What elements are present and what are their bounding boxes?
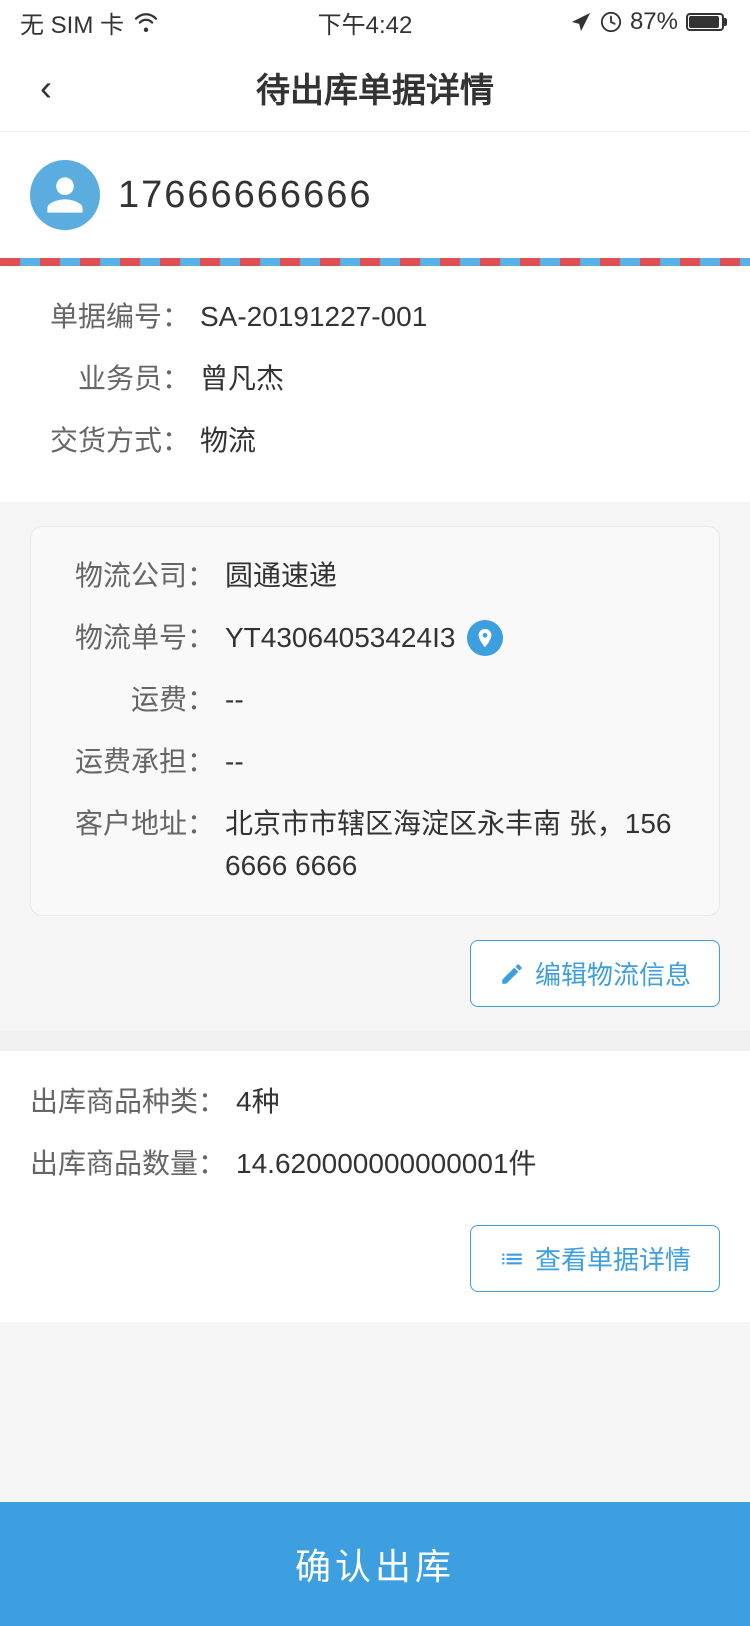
edit-logistics-label: 编辑物流信息 [535, 955, 691, 992]
goods-types-label: 出库商品种类： [30, 1081, 226, 1123]
address-value: 北京市市辖区海淀区永丰南 张，156 6666 6666 [225, 803, 695, 887]
status-right: 87% [570, 8, 730, 36]
logistics-company-value: 圆通速递 [225, 555, 695, 597]
logistics-company-row: 物流公司： 圆通速递 [55, 555, 695, 597]
clock-icon [600, 11, 622, 33]
order-number-row: 单据编号： SA-20191227-001 [30, 296, 720, 338]
edit-logistics-button[interactable]: 编辑物流信息 [470, 940, 720, 1007]
sales-person-value: 曾凡杰 [200, 358, 720, 400]
status-bar: 无 SIM 卡 下午4:42 87% [0, 0, 750, 44]
nav-bar: ‹ 待出库单据详情 [0, 44, 750, 132]
goods-section: 出库商品种类： 4种 出库商品数量： 14.620000000000001件 [0, 1051, 750, 1225]
freight-bearer-row: 运费承担： -- [55, 741, 695, 783]
address-label: 客户地址： [55, 803, 215, 845]
logistics-company-label: 物流公司： [55, 555, 215, 597]
tracking-location-button[interactable] [467, 620, 503, 656]
avatar [30, 160, 100, 230]
edit-btn-row: 编辑物流信息 [0, 940, 750, 1031]
logistics-tracking-label: 物流单号： [55, 617, 215, 659]
carrier-text: 无 SIM 卡 [20, 5, 124, 40]
address-row: 客户地址： 北京市市辖区海淀区永丰南 张，156 6666 6666 [55, 803, 695, 887]
delivery-method-row: 交货方式： 物流 [30, 420, 720, 462]
map-pin-icon [474, 627, 496, 649]
status-time: 下午4:42 [318, 5, 413, 40]
logistics-tracking-number: YT43064053424I3 [225, 617, 455, 659]
wifi-icon [132, 12, 160, 32]
confirm-button[interactable]: 确认出库 [0, 1502, 750, 1626]
order-number-label: 单据编号： [30, 296, 190, 338]
view-details-btn-row: 查看单据详情 [0, 1225, 750, 1322]
goods-types-row: 出库商品种类： 4种 [30, 1081, 720, 1123]
freight-bearer-value: -- [225, 741, 695, 783]
freight-label: 运费： [55, 679, 215, 721]
confirm-label: 确认出库 [295, 1546, 455, 1587]
goods-types-value: 4种 [236, 1081, 720, 1123]
dashed-divider [0, 258, 750, 266]
sales-person-label: 业务员： [30, 358, 190, 400]
logistics-card: 物流公司： 圆通速递 物流单号： YT43064053424I3 运费： -- … [30, 526, 720, 916]
sales-person-row: 业务员： 曾凡杰 [30, 358, 720, 400]
logistics-tracking-row: 物流单号： YT43064053424I3 [55, 617, 695, 659]
freight-bearer-label: 运费承担： [55, 741, 215, 783]
person-icon [43, 173, 87, 217]
back-button[interactable]: ‹ [30, 57, 62, 119]
location-arrow-icon [570, 11, 592, 33]
goods-quantity-row: 出库商品数量： 14.620000000000001件 [30, 1143, 720, 1185]
order-number-value: SA-20191227-001 [200, 296, 720, 338]
empty-space [0, 1322, 750, 1502]
view-details-button[interactable]: 查看单据详情 [470, 1225, 720, 1292]
view-details-label: 查看单据详情 [535, 1240, 691, 1277]
freight-row: 运费： -- [55, 679, 695, 721]
goods-quantity-label: 出库商品数量： [30, 1143, 226, 1185]
logistics-tracking-value-container: YT43064053424I3 [225, 617, 695, 659]
delivery-method-value: 物流 [200, 420, 720, 462]
battery-text: 87% [630, 8, 678, 36]
battery-icon [686, 11, 730, 33]
status-left: 无 SIM 卡 [20, 5, 160, 40]
user-phone: 17666666666 [118, 174, 372, 217]
section-separator-1 [0, 1031, 750, 1051]
freight-value: -- [225, 679, 695, 721]
page-title: 待出库单据详情 [256, 63, 494, 112]
order-info-section: 单据编号： SA-20191227-001 业务员： 曾凡杰 交货方式： 物流 [0, 266, 750, 502]
list-icon [499, 1246, 525, 1272]
user-header: 17666666666 [0, 132, 750, 258]
delivery-method-label: 交货方式： [30, 420, 190, 462]
goods-quantity-value: 14.620000000000001件 [236, 1143, 720, 1185]
edit-icon [499, 961, 525, 987]
